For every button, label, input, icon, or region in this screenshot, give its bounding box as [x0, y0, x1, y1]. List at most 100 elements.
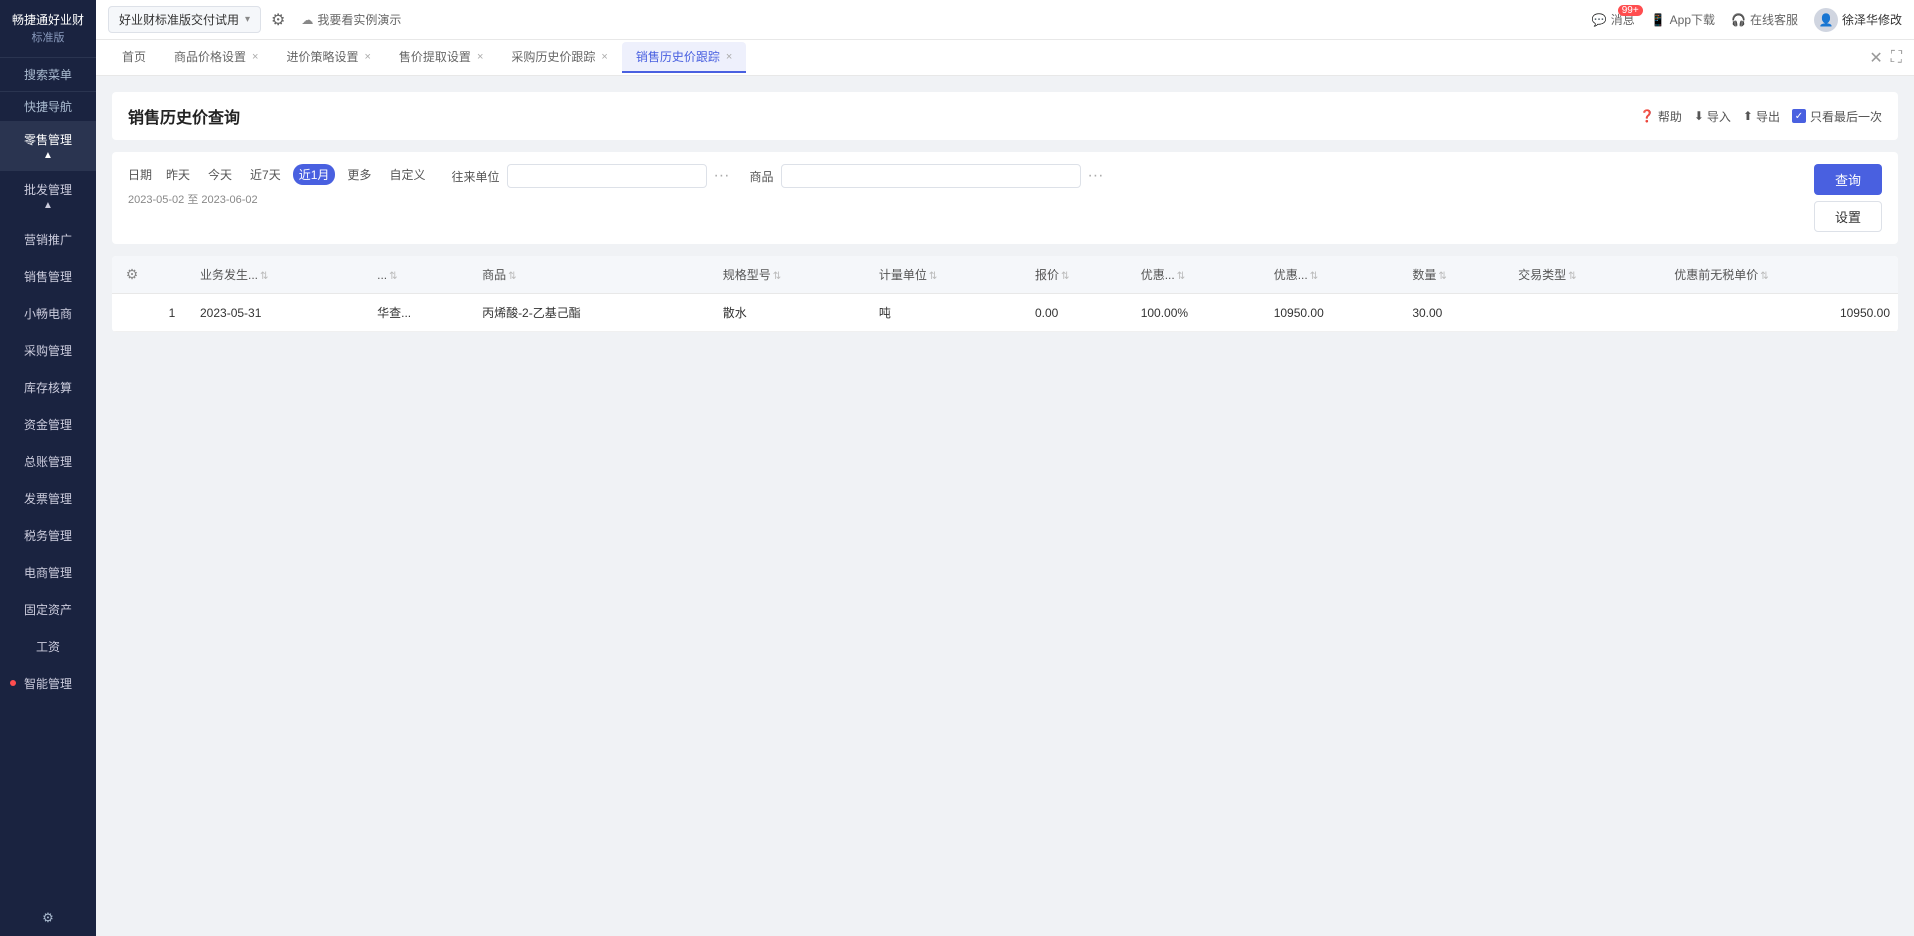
col-biz-date-header[interactable]: 业务发生...⇅ — [192, 256, 369, 294]
date-option-more[interactable]: 更多 — [341, 164, 377, 185]
sidebar-item-inventory[interactable]: 库存核算 — [0, 369, 96, 406]
sidebar-item-tax[interactable]: 税务管理 — [0, 517, 96, 554]
sidebar-item-wholesale[interactable]: 批发管理 ▲ — [0, 171, 96, 221]
col-notax-price-header[interactable]: 优惠前无税单价⇅ — [1666, 256, 1898, 294]
col-trade-type-header[interactable]: 交易类型⇅ — [1510, 256, 1666, 294]
sidebar-item-label: 税务管理 — [24, 527, 72, 544]
tab-close-window-icon[interactable]: ✕ — [1869, 48, 1882, 68]
gear-icon: ⚙ — [42, 910, 54, 925]
sidebar-item-ecommerce-small[interactable]: 小畅电商 — [0, 295, 96, 332]
col-product-header[interactable]: 商品⇅ — [474, 256, 715, 294]
customer-filter-group: 往来单位 ··· — [451, 164, 729, 188]
col-more-header[interactable]: ...⇅ — [369, 256, 474, 294]
sidebar-item-smart[interactable]: 智能管理 — [0, 665, 96, 702]
date-option-yesterday[interactable]: 昨天 — [160, 164, 196, 185]
sidebar-logo: 畅捷通好业财 标准版 — [0, 0, 96, 58]
app-download-label: App下载 — [1670, 11, 1715, 28]
tab-price[interactable]: 商品价格设置 × — [160, 42, 272, 73]
row-spec-cell: 散水 — [715, 294, 871, 332]
sidebar-item-label: 销售管理 — [24, 268, 72, 285]
col-spec-header[interactable]: 规格型号⇅ — [715, 256, 871, 294]
topbar-settings-icon[interactable]: ⚙ — [271, 10, 285, 30]
table-container: ⚙ 业务发生...⇅ ...⇅ 商品⇅ 规格型号⇅ — [112, 256, 1898, 332]
sidebar-item-invoice[interactable]: 发票管理 — [0, 480, 96, 517]
tab-purchase-history-label: 采购历史价跟踪 — [511, 48, 595, 65]
question-icon: ❓ — [1640, 109, 1655, 123]
chevron-icon: ▲ — [43, 200, 53, 211]
tab-sale-extract-label: 售价提取设置 — [399, 48, 471, 65]
sidebar-quick-nav[interactable]: 快捷导航 — [0, 92, 96, 121]
version-selector[interactable]: 好业财标准版交付试用 ▾ — [108, 6, 261, 33]
row-discount1-cell: 100.00% — [1133, 294, 1266, 332]
close-icon[interactable]: × — [726, 51, 732, 63]
sidebar-item-label: 发票管理 — [24, 490, 72, 507]
message-count-badge: 99+ — [1618, 5, 1643, 16]
sidebar-search[interactable]: 搜索菜单 — [0, 58, 96, 92]
date-option-last7[interactable]: 近7天 — [244, 164, 287, 185]
row-product-cell: 丙烯酸-2-乙基己酯 — [474, 294, 715, 332]
sidebar-item-account[interactable]: 总账管理 — [0, 443, 96, 480]
import-icon: ⬇ — [1694, 109, 1704, 123]
user-name: 徐泽华修改 — [1842, 11, 1902, 28]
close-icon[interactable]: × — [601, 51, 607, 63]
online-service-button[interactable]: 🎧 在线客服 — [1731, 11, 1798, 28]
table-settings-button[interactable]: ⚙ — [126, 266, 139, 283]
customer-search-icon[interactable]: ··· — [713, 167, 729, 185]
tab-purchase-strategy[interactable]: 进价策略设置 × — [272, 42, 384, 73]
chevron-down-icon: ▾ — [245, 14, 250, 25]
sort-icon: ⇅ — [1568, 271, 1576, 282]
sidebar-item-assets[interactable]: 固定资产 — [0, 591, 96, 628]
sidebar-item-marketing[interactable]: 营销推广 — [0, 221, 96, 258]
demo-button[interactable]: ☁ 我要看实例演示 — [301, 11, 401, 28]
tab-sale-extract[interactable]: 售价提取设置 × — [385, 42, 497, 73]
topbar-right: 💬 消息 99+ 📱 App下载 🎧 在线客服 👤 徐泽华修改 — [1592, 8, 1902, 32]
table-row: 1 2023-05-31 华查... 丙烯酸-2-乙基己酯 散水 吨 0.00 … — [112, 294, 1898, 332]
only-last-checkbox[interactable]: ✓ 只看最后一次 — [1792, 108, 1882, 125]
col-discount1-header[interactable]: 优惠...⇅ — [1133, 256, 1266, 294]
message-icon: 💬 — [1592, 13, 1607, 27]
table-header-row: ⚙ 业务发生...⇅ ...⇅ 商品⇅ 规格型号⇅ — [112, 256, 1898, 294]
sidebar-item-retail[interactable]: 零售管理 ▲ — [0, 121, 96, 171]
close-icon[interactable]: × — [477, 51, 483, 63]
tab-purchase-history[interactable]: 采购历史价跟踪 × — [497, 42, 621, 73]
row-settings-cell — [112, 294, 152, 332]
page-title: 销售历史价查询 — [128, 104, 240, 128]
settings-button[interactable]: 设置 — [1814, 201, 1882, 232]
sort-icon: ⇅ — [508, 271, 516, 282]
sort-icon: ⇅ — [1310, 271, 1318, 282]
tab-home[interactable]: 首页 — [108, 42, 160, 73]
help-button[interactable]: ❓ 帮助 — [1640, 108, 1682, 125]
tab-expand-icon[interactable]: ⛶ — [1891, 49, 1902, 67]
col-quantity-header[interactable]: 数量⇅ — [1404, 256, 1510, 294]
close-icon[interactable]: × — [364, 51, 370, 63]
tab-sales-history[interactable]: 销售历史价跟踪 × — [622, 42, 746, 73]
message-button[interactable]: 💬 消息 99+ — [1592, 11, 1635, 28]
date-option-last1m[interactable]: 近1月 — [293, 164, 336, 185]
row-more-cell: 华查... — [369, 294, 474, 332]
close-icon[interactable]: × — [252, 51, 258, 63]
sort-icon: ⇅ — [1760, 271, 1768, 282]
col-price-header[interactable]: 报价⇅ — [1027, 256, 1133, 294]
col-unit-header[interactable]: 计量单位⇅ — [871, 256, 1027, 294]
sidebar-item-finance[interactable]: 资金管理 — [0, 406, 96, 443]
import-button[interactable]: ⬇ 导入 — [1694, 108, 1731, 125]
col-discount2-header[interactable]: 优惠...⇅ — [1266, 256, 1405, 294]
product-search-icon[interactable]: ··· — [1087, 167, 1103, 185]
export-button[interactable]: ⬆ 导出 — [1743, 108, 1780, 125]
date-option-custom[interactable]: 自定义 — [383, 164, 431, 185]
query-button[interactable]: 查询 — [1814, 164, 1882, 195]
sidebar-item-purchase[interactable]: 采购管理 — [0, 332, 96, 369]
data-table: ⚙ 业务发生...⇅ ...⇅ 商品⇅ 规格型号⇅ — [112, 256, 1898, 332]
date-option-today[interactable]: 今天 — [202, 164, 238, 185]
customer-input[interactable] — [507, 164, 707, 188]
tab-purchase-strategy-label: 进价策略设置 — [286, 48, 358, 65]
sidebar-item-ecommerce[interactable]: 电商管理 — [0, 554, 96, 591]
sidebar-item-sales[interactable]: 销售管理 — [0, 258, 96, 295]
sidebar-item-salary[interactable]: 工资 — [0, 628, 96, 665]
user-menu[interactable]: 👤 徐泽华修改 — [1814, 8, 1902, 32]
sort-icon: ⇅ — [929, 271, 937, 282]
sidebar-settings-button[interactable]: ⚙ — [0, 900, 96, 936]
row-discount2-cell: 10950.00 — [1266, 294, 1405, 332]
app-download-button[interactable]: 📱 App下载 — [1651, 11, 1715, 28]
product-input[interactable] — [781, 164, 1081, 188]
